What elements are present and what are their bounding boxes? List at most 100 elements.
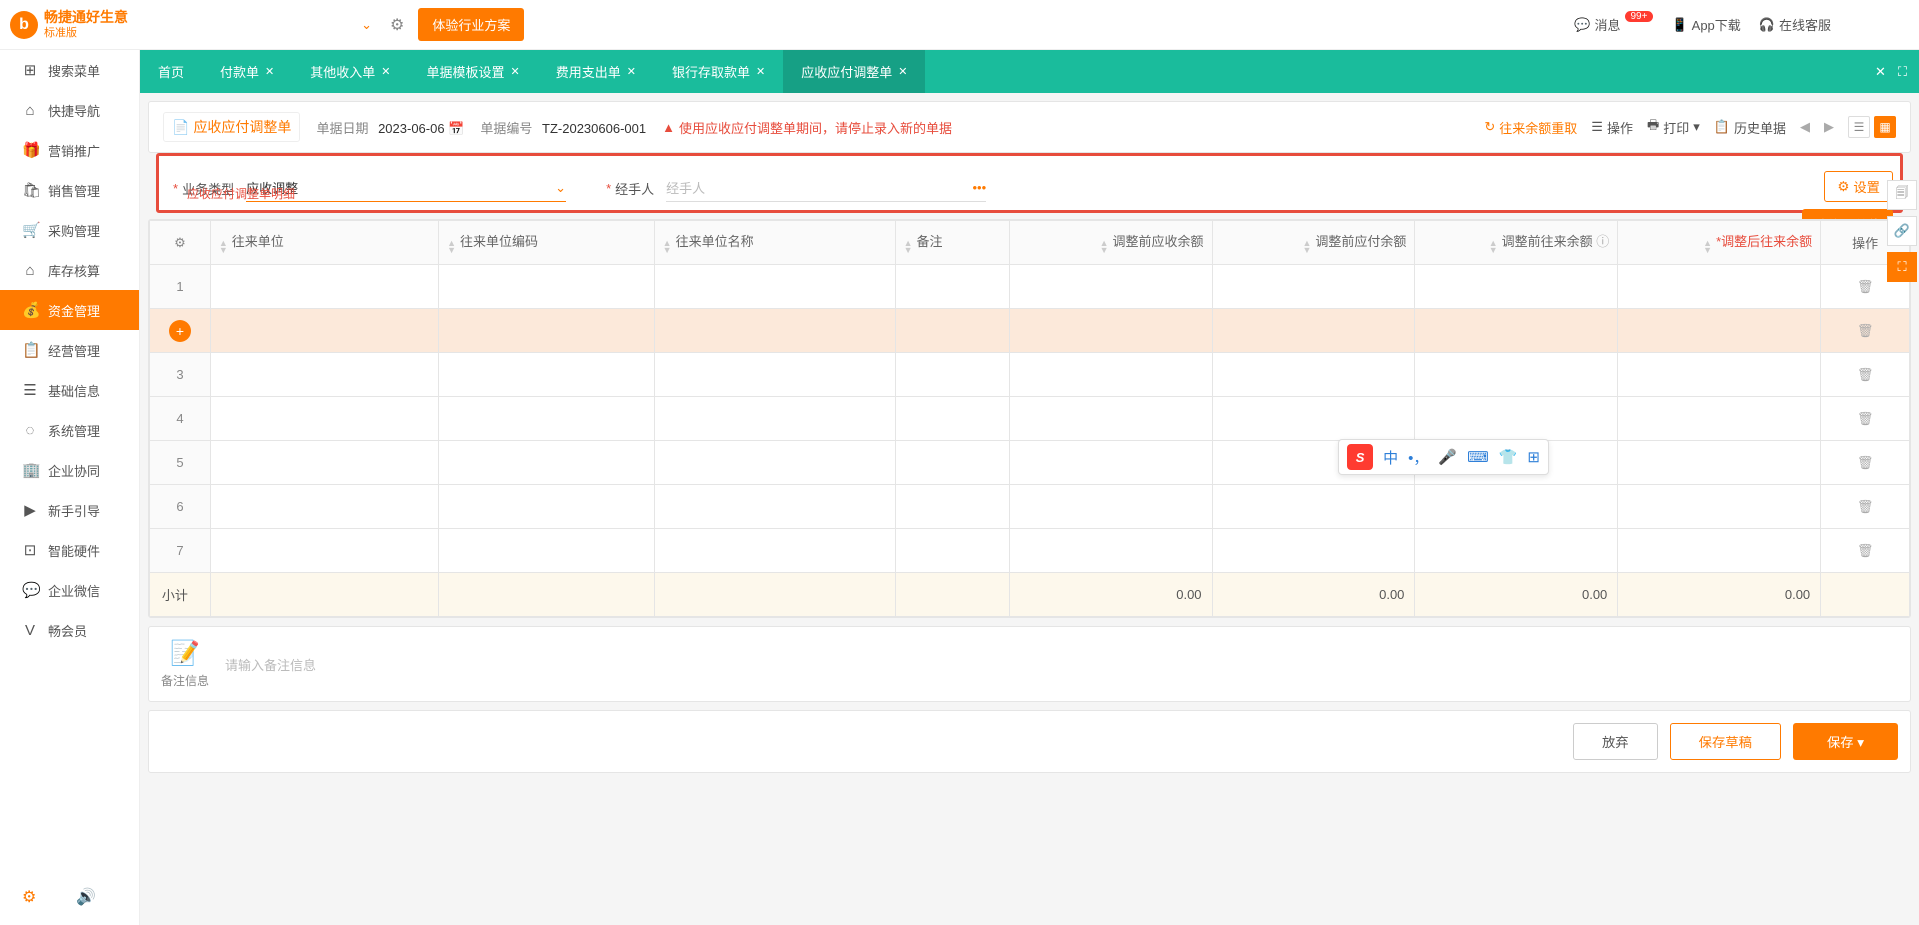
cell-unit[interactable] <box>210 397 438 441</box>
sidebar-item-1[interactable]: ⌂快捷导航 <box>0 90 139 130</box>
sidebar-item-13[interactable]: 💬企业微信 <box>0 570 139 610</box>
col-unit[interactable]: ▲▼往来单位 <box>210 221 438 265</box>
save-draft-button[interactable]: 保存草稿 <box>1670 723 1781 760</box>
gear-icon[interactable]: ⚙ <box>390 15 404 35</box>
tab-close-icon[interactable]: ✕ <box>265 65 274 78</box>
cell-unit-name[interactable] <box>654 485 895 529</box>
delete-row-icon[interactable]: 🗑 <box>1857 411 1874 426</box>
try-industry-button[interactable]: 体验行业方案 <box>418 8 524 41</box>
ime-keyboard-icon[interactable]: ⌨ <box>1467 448 1489 466</box>
date-value[interactable]: 2023-06-06 <box>378 121 445 136</box>
delete-row-icon[interactable]: 🗑 <box>1857 499 1874 514</box>
cell-pre-recv[interactable] <box>1009 265 1212 309</box>
sidebar-item-8[interactable]: ☰基础信息 <box>0 370 139 410</box>
messages-button[interactable]: 💬 消息 99+ <box>1574 15 1653 34</box>
cell-unit[interactable] <box>210 441 438 485</box>
tab-1[interactable]: 付款单✕ <box>202 50 292 93</box>
app-download-button[interactable]: 📱 App下载 <box>1671 15 1740 34</box>
next-icon[interactable]: ▶ <box>1824 119 1834 135</box>
sidebar-item-12[interactable]: ⊡智能硬件 <box>0 530 139 570</box>
calendar-icon[interactable]: 📅 <box>448 121 464 136</box>
cell-pre-pay[interactable] <box>1212 353 1415 397</box>
table-row[interactable]: 5🗑 <box>150 441 1910 485</box>
ime-punct-icon[interactable]: •， <box>1408 447 1428 468</box>
table-row[interactable]: 6🗑 <box>150 485 1910 529</box>
settings-icon[interactable]: ⚙ <box>22 887 36 907</box>
cell-post-bal[interactable] <box>1618 485 1821 529</box>
cell-pre-recv[interactable] <box>1009 353 1212 397</box>
tab-expand-icon[interactable]: ⛶ <box>1898 64 1907 80</box>
cell-post-bal[interactable] <box>1618 529 1821 573</box>
reget-balance-button[interactable]: ↻ 往来余额重取 <box>1484 118 1577 137</box>
history-button[interactable]: 📋 历史单据 <box>1714 118 1786 137</box>
tab-close-icon[interactable]: ✕ <box>756 65 765 78</box>
cell-remark[interactable] <box>895 309 1009 353</box>
ime-lang[interactable]: 中 <box>1383 447 1398 468</box>
tab-close-icon[interactable]: ✕ <box>627 65 636 78</box>
cell-pre-bal[interactable] <box>1415 485 1618 529</box>
tab-close-icon[interactable]: ✕ <box>511 65 520 78</box>
cell-unit-code[interactable] <box>439 529 655 573</box>
list-view-toggle[interactable]: ☰ <box>1848 116 1870 138</box>
tab-4[interactable]: 费用支出单✕ <box>538 50 654 93</box>
cell-pre-bal[interactable] <box>1415 309 1618 353</box>
cell-unit-code[interactable] <box>439 265 655 309</box>
tab-close-all-icon[interactable]: ✕ <box>1875 64 1886 80</box>
cell-unit-name[interactable] <box>654 397 895 441</box>
col-post-bal[interactable]: ▲▼*调整后往来余额 <box>1618 221 1821 265</box>
cell-unit-name[interactable] <box>654 529 895 573</box>
company-select[interactable]: ⌄ <box>160 9 380 41</box>
col-pre-pay[interactable]: ▲▼调整前应付余额 <box>1212 221 1415 265</box>
cell-pre-pay[interactable] <box>1212 529 1415 573</box>
cell-post-bal[interactable] <box>1618 397 1821 441</box>
table-row[interactable]: 1🗑 <box>150 265 1910 309</box>
cell-pre-recv[interactable] <box>1009 397 1212 441</box>
ime-skin-icon[interactable]: 👕 <box>1499 448 1518 466</box>
cell-pre-pay[interactable] <box>1212 485 1415 529</box>
cell-unit-code[interactable] <box>439 485 655 529</box>
cell-remark[interactable] <box>895 397 1009 441</box>
tab-close-icon[interactable]: ✕ <box>381 65 390 78</box>
tab-0[interactable]: 首页 <box>140 50 202 93</box>
col-pre-recv[interactable]: ▲▼调整前应收余额 <box>1009 221 1212 265</box>
tab-close-icon[interactable]: ✕ <box>898 65 907 78</box>
sound-icon[interactable]: 🔊 <box>76 887 96 907</box>
cell-unit[interactable] <box>210 265 438 309</box>
delete-row-icon[interactable]: 🗑 <box>1857 323 1874 338</box>
more-icon[interactable]: ••• <box>973 180 987 195</box>
cell-unit-code[interactable] <box>439 397 655 441</box>
cell-unit[interactable] <box>210 353 438 397</box>
cell-unit-code[interactable] <box>439 441 655 485</box>
cell-unit-name[interactable] <box>654 441 895 485</box>
cell-pre-recv[interactable] <box>1009 485 1212 529</box>
operations-button[interactable]: ☰ 操作 <box>1591 118 1633 137</box>
cell-pre-pay[interactable] <box>1212 309 1415 353</box>
sidebar-item-7[interactable]: 📋经营管理 <box>0 330 139 370</box>
ime-toolbox-icon[interactable]: ⊞ <box>1527 448 1540 466</box>
cell-pre-pay[interactable] <box>1212 265 1415 309</box>
cell-post-bal[interactable] <box>1618 353 1821 397</box>
rail-note-icon[interactable]: 🗐 <box>1887 180 1917 210</box>
cell-unit[interactable] <box>210 485 438 529</box>
save-button[interactable]: 保存 ▾ <box>1793 723 1898 760</box>
table-row[interactable]: 3🗑 <box>150 353 1910 397</box>
sidebar-item-3[interactable]: 🛍销售管理 <box>0 170 139 210</box>
cell-pre-bal[interactable] <box>1415 353 1618 397</box>
col-unit-name[interactable]: ▲▼往来单位名称 <box>654 221 895 265</box>
ime-mic-icon[interactable]: 🎤 <box>1438 448 1457 466</box>
cell-pre-pay[interactable] <box>1212 397 1415 441</box>
col-remark[interactable]: ▲▼备注 <box>895 221 1009 265</box>
sidebar-item-5[interactable]: ⌂库存核算 <box>0 250 139 290</box>
cell-pre-bal[interactable] <box>1415 529 1618 573</box>
cell-remark[interactable] <box>895 485 1009 529</box>
settings-button[interactable]: ⚙ 设置 <box>1824 171 1893 202</box>
cell-pre-bal[interactable] <box>1415 397 1618 441</box>
rail-expand-icon[interactable]: ⛶ <box>1887 252 1917 282</box>
col-pre-bal[interactable]: ▲▼调整前往来余额 ⓘ <box>1415 221 1618 265</box>
tab-5[interactable]: 银行存取款单✕ <box>654 50 783 93</box>
cell-unit[interactable] <box>210 529 438 573</box>
customer-service-button[interactable]: 🎧 在线客服 <box>1759 15 1831 34</box>
add-row-button[interactable]: + <box>169 320 191 342</box>
cell-unit-code[interactable] <box>439 353 655 397</box>
table-row[interactable]: 4🗑 <box>150 397 1910 441</box>
